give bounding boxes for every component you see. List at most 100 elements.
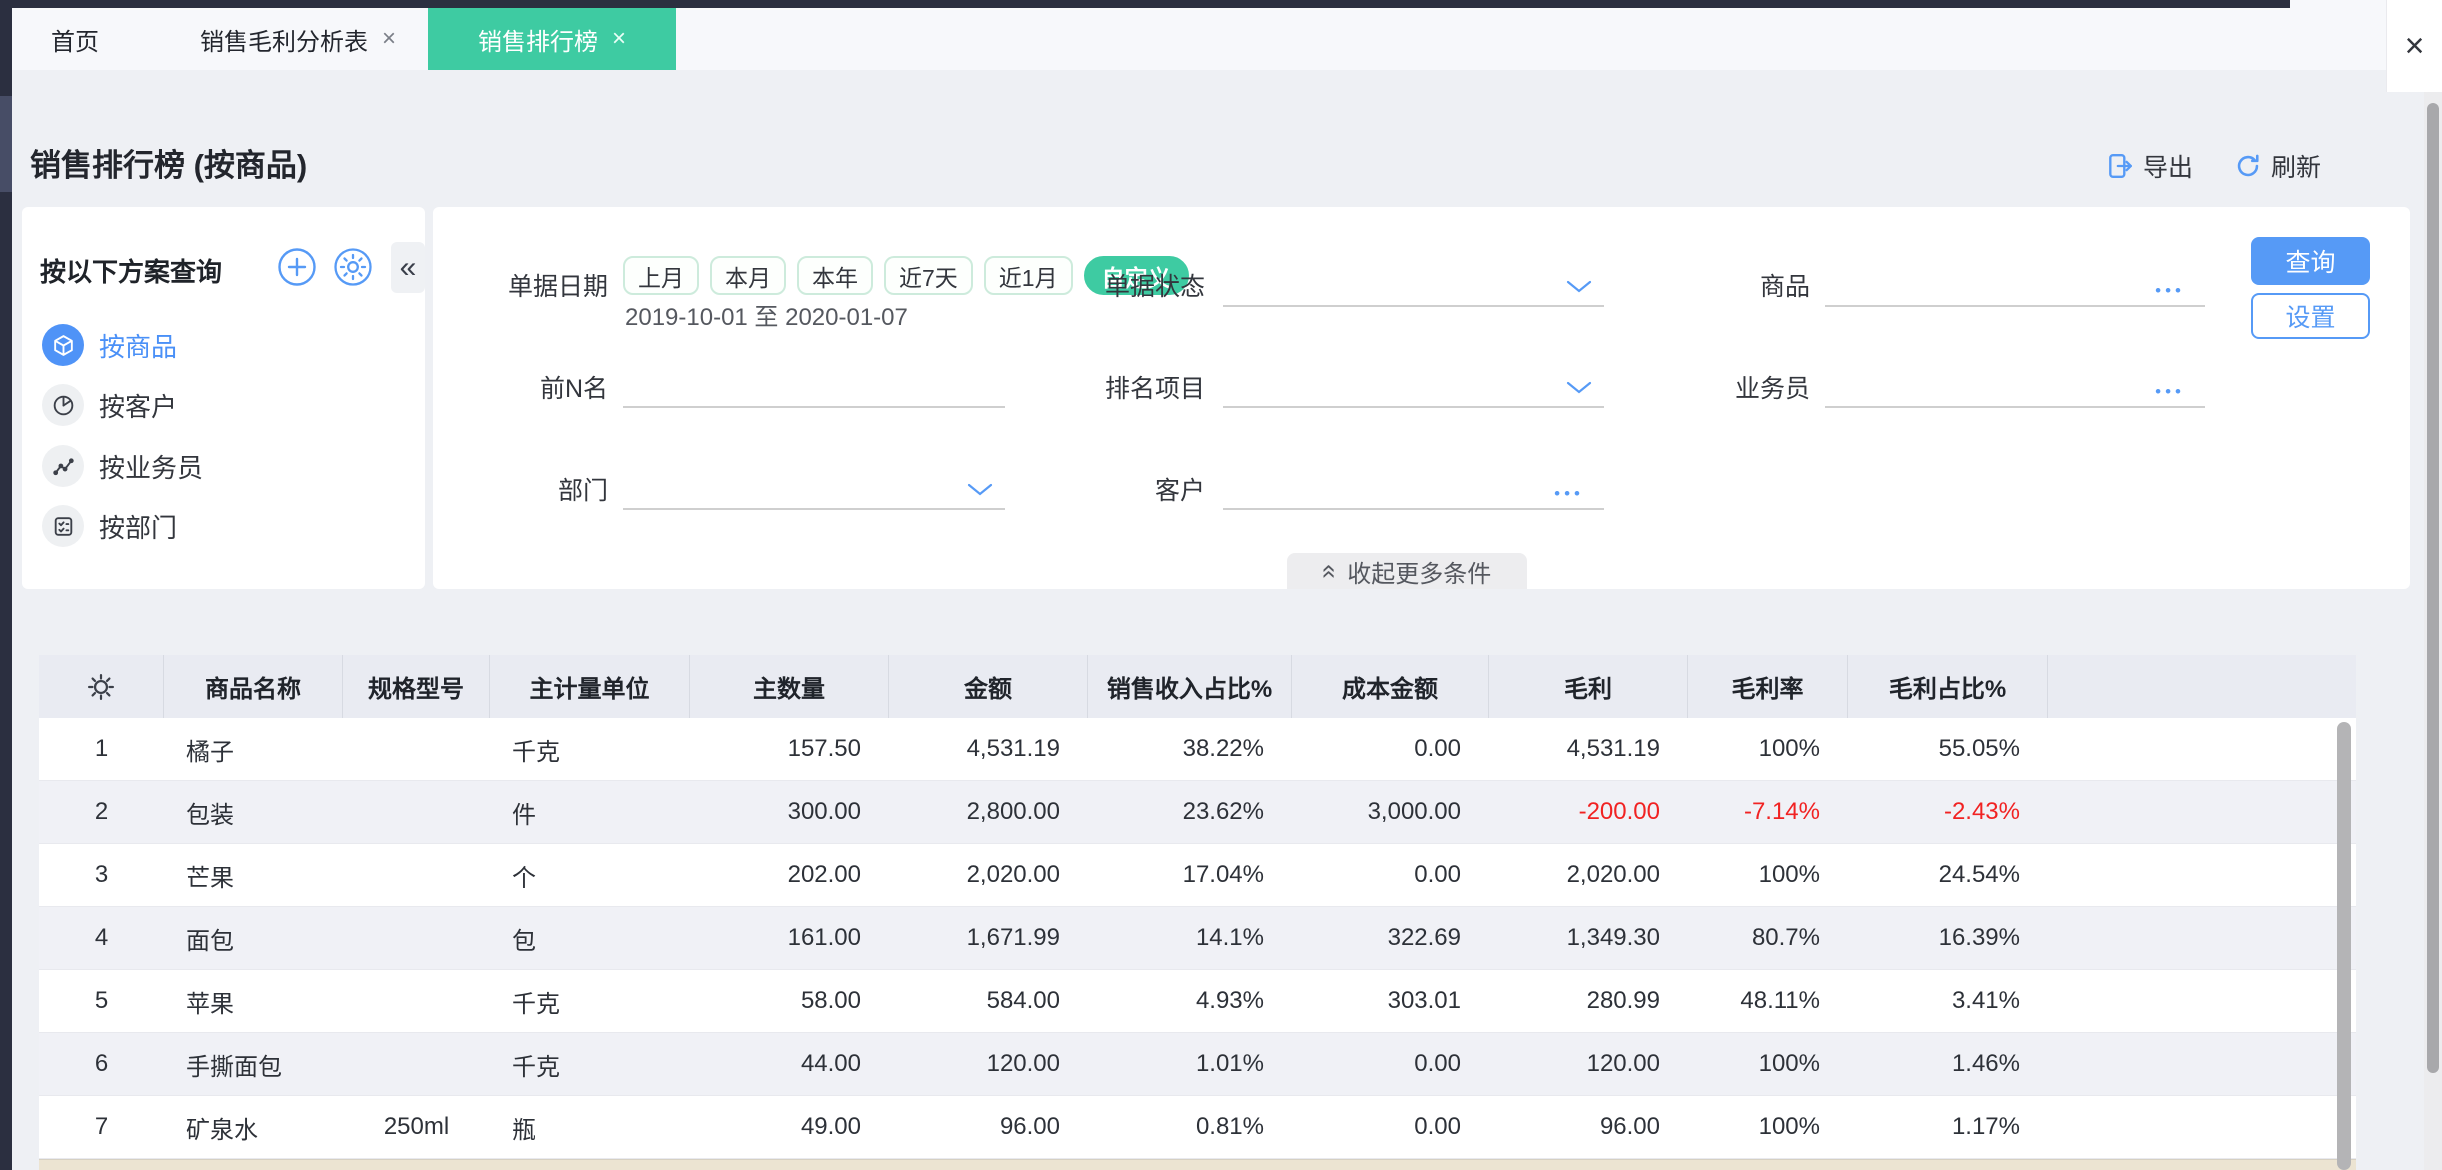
cell-amount: 4,531.19	[966, 735, 1060, 762]
cell-rank: 3	[94, 861, 109, 888]
status-label: 单据状态	[1104, 273, 1205, 301]
date-range-value: 2019-10-01 至 2020-01-07	[625, 304, 908, 331]
cell-profit: 1,349.30	[1566, 924, 1660, 951]
tab-gross-profit-analysis[interactable]: 销售毛利分析表 ×	[162, 8, 434, 70]
column-header[interactable]: 毛利占比%	[1848, 655, 2048, 718]
column-header[interactable]: 规格型号	[343, 655, 490, 718]
cell-revenue_pct: 17.04%	[1182, 861, 1264, 888]
pie-icon	[42, 384, 84, 426]
cell-unit: 千克	[512, 738, 560, 766]
cell-empty	[2048, 1033, 2356, 1095]
sidebar-item-by-salesman[interactable]: 按业务员	[42, 444, 203, 488]
customer-picker[interactable]: •••	[1223, 465, 1604, 510]
query-button[interactable]: 查询	[2251, 237, 2370, 285]
status-select[interactable]	[1223, 262, 1604, 307]
column-header-empty	[2048, 655, 2356, 718]
chevron-down-icon[interactable]	[967, 483, 993, 496]
date-preset-pill[interactable]: 上月	[623, 256, 699, 295]
collapse-more-conditions[interactable]: « 收起更多条件	[1287, 553, 1527, 589]
nav-strip-highlight	[0, 96, 12, 192]
salesman-picker[interactable]: •••	[1825, 363, 2205, 408]
ranking-table: 商品名称 规格型号 主计量单位 主数量 金额 销售收入占比% 成本金额 毛利 毛利率 毛利占比% …	[39, 655, 2356, 1159]
cell-revenue_pct: 14.1%	[1195, 924, 1264, 951]
cell-empty	[2048, 781, 2356, 843]
page-title: 销售排行榜 (按商品)	[30, 148, 308, 183]
chevron-down-icon[interactable]	[1566, 280, 1592, 293]
cell-profit_pct: 24.54%	[1938, 861, 2020, 888]
ellipsis-picker-icon[interactable]: •••	[2155, 382, 2185, 402]
tab-close-icon[interactable]: ×	[612, 25, 626, 53]
table-row[interactable]: 2 包装 件 300.00 2,800.00 23.62% 3,000.00 -200.00 -…	[39, 781, 2356, 844]
column-header[interactable]: 商品名称	[164, 655, 343, 718]
cell-empty	[2048, 844, 2356, 906]
close-icon: ×	[2404, 26, 2425, 65]
cell-profit_rate: 80.7%	[1751, 924, 1820, 951]
cell-unit: 千克	[512, 1053, 560, 1081]
window-scrollbar-thumb[interactable]	[2427, 103, 2439, 1073]
cell-rank: 6	[94, 1050, 109, 1077]
cell-name: 苹果	[186, 990, 234, 1018]
cell-rank: 4	[94, 924, 109, 951]
window-close-button[interactable]: ×	[2386, 0, 2442, 92]
cell-name: 面包	[186, 927, 234, 955]
sidebar-item-label: 按业务员	[99, 452, 204, 483]
cell-profit_rate: -7.14%	[1743, 798, 1820, 825]
cell-name: 手撕面包	[186, 1053, 282, 1081]
sidebar-item-by-dept[interactable]: 按部门	[42, 504, 177, 548]
topn-label: 前N名	[539, 375, 608, 403]
cell-empty	[2048, 907, 2356, 969]
table-row[interactable]: 6 手撕面包 千克 44.00 120.00 1.01% 0.00 120.00 100% 1.4…	[39, 1033, 2356, 1096]
column-header[interactable]: 主数量	[690, 655, 889, 718]
table-scrollbar-thumb[interactable]	[2337, 722, 2351, 1170]
cell-name: 包装	[186, 801, 234, 829]
refresh-button[interactable]: 刷新	[2234, 148, 2321, 184]
export-icon	[2106, 152, 2134, 180]
add-scheme-button[interactable]	[277, 247, 317, 287]
date-preset-pill[interactable]: 本月	[710, 256, 786, 295]
ellipsis-picker-icon[interactable]: •••	[2155, 281, 2185, 301]
app-root: 首页 销售毛利分析表 × 销售排行榜 × × 销售排行榜 (按商品) 导出 刷新…	[0, 0, 2442, 1170]
rank-item-select[interactable]	[1223, 363, 1604, 408]
column-header[interactable]: 销售收入占比%	[1088, 655, 1292, 718]
cell-profit_rate: 100%	[1758, 861, 1820, 888]
tab-sales-ranking[interactable]: 销售排行榜 ×	[428, 8, 676, 70]
date-preset-pill[interactable]: 本年	[797, 256, 873, 295]
tab-close-icon[interactable]: ×	[382, 25, 396, 53]
sidebar-item-by-customer[interactable]: 按客户	[42, 383, 177, 427]
chevron-down-icon[interactable]	[1566, 381, 1592, 394]
column-header[interactable]: 毛利率	[1688, 655, 1848, 718]
topn-input[interactable]	[623, 363, 1005, 408]
cell-unit: 个	[512, 864, 536, 892]
cell-revenue_pct: 23.62%	[1182, 798, 1264, 825]
cell-amount: 584.00	[986, 987, 1060, 1014]
column-header[interactable]: 金额	[889, 655, 1088, 718]
table-row[interactable]: 1 橘子 千克 157.50 4,531.19 38.22% 0.00 4,531.19 100…	[39, 718, 2356, 781]
cell-name: 橘子	[186, 738, 234, 766]
cell-spec	[343, 781, 490, 843]
table-row[interactable]: 5 苹果 千克 58.00 584.00 4.93% 303.01 280.99 48.11% 3…	[39, 970, 2356, 1033]
dept-select[interactable]	[623, 465, 1005, 510]
sidebar-collapse-icon[interactable]: «	[391, 242, 425, 293]
cell-qty: 300.00	[787, 798, 861, 825]
settings-button[interactable]: 设置	[2251, 293, 2370, 339]
product-picker[interactable]: •••	[1825, 262, 2205, 307]
table-row[interactable]: 7 矿泉水 250ml 瓶 49.00 96.00 0.81% 0.00 96.00 100% 1.…	[39, 1096, 2356, 1159]
column-header[interactable]: 成本金额	[1292, 655, 1489, 718]
tab-label: 销售排行榜	[477, 28, 598, 56]
column-header[interactable]: 毛利	[1489, 655, 1688, 718]
cell-cost: 0.00	[1414, 861, 1461, 888]
column-header[interactable]: 主计量单位	[490, 655, 690, 718]
table-row[interactable]: 4 面包 包 161.00 1,671.99 14.1% 322.69 1,349.30 80.…	[39, 907, 2356, 970]
export-button[interactable]: 导出	[2106, 148, 2193, 184]
cell-cost: 0.00	[1414, 1113, 1461, 1140]
date-preset-pill[interactable]: 近7天	[884, 256, 973, 295]
table-settings-gear-icon[interactable]	[39, 655, 164, 718]
cell-unit: 千克	[512, 990, 560, 1018]
cell-empty	[2048, 1096, 2356, 1158]
ellipsis-picker-icon[interactable]: •••	[1554, 484, 1584, 504]
product-label: 商品	[1759, 273, 1810, 301]
table-row[interactable]: 3 芒果 个 202.00 2,020.00 17.04% 0.00 2,020.00 100%…	[39, 844, 2356, 907]
sidebar-item-by-product[interactable]: 按商品	[42, 323, 177, 367]
scheme-settings-gear-icon[interactable]	[333, 247, 373, 287]
tab-home[interactable]: 首页	[20, 8, 130, 70]
